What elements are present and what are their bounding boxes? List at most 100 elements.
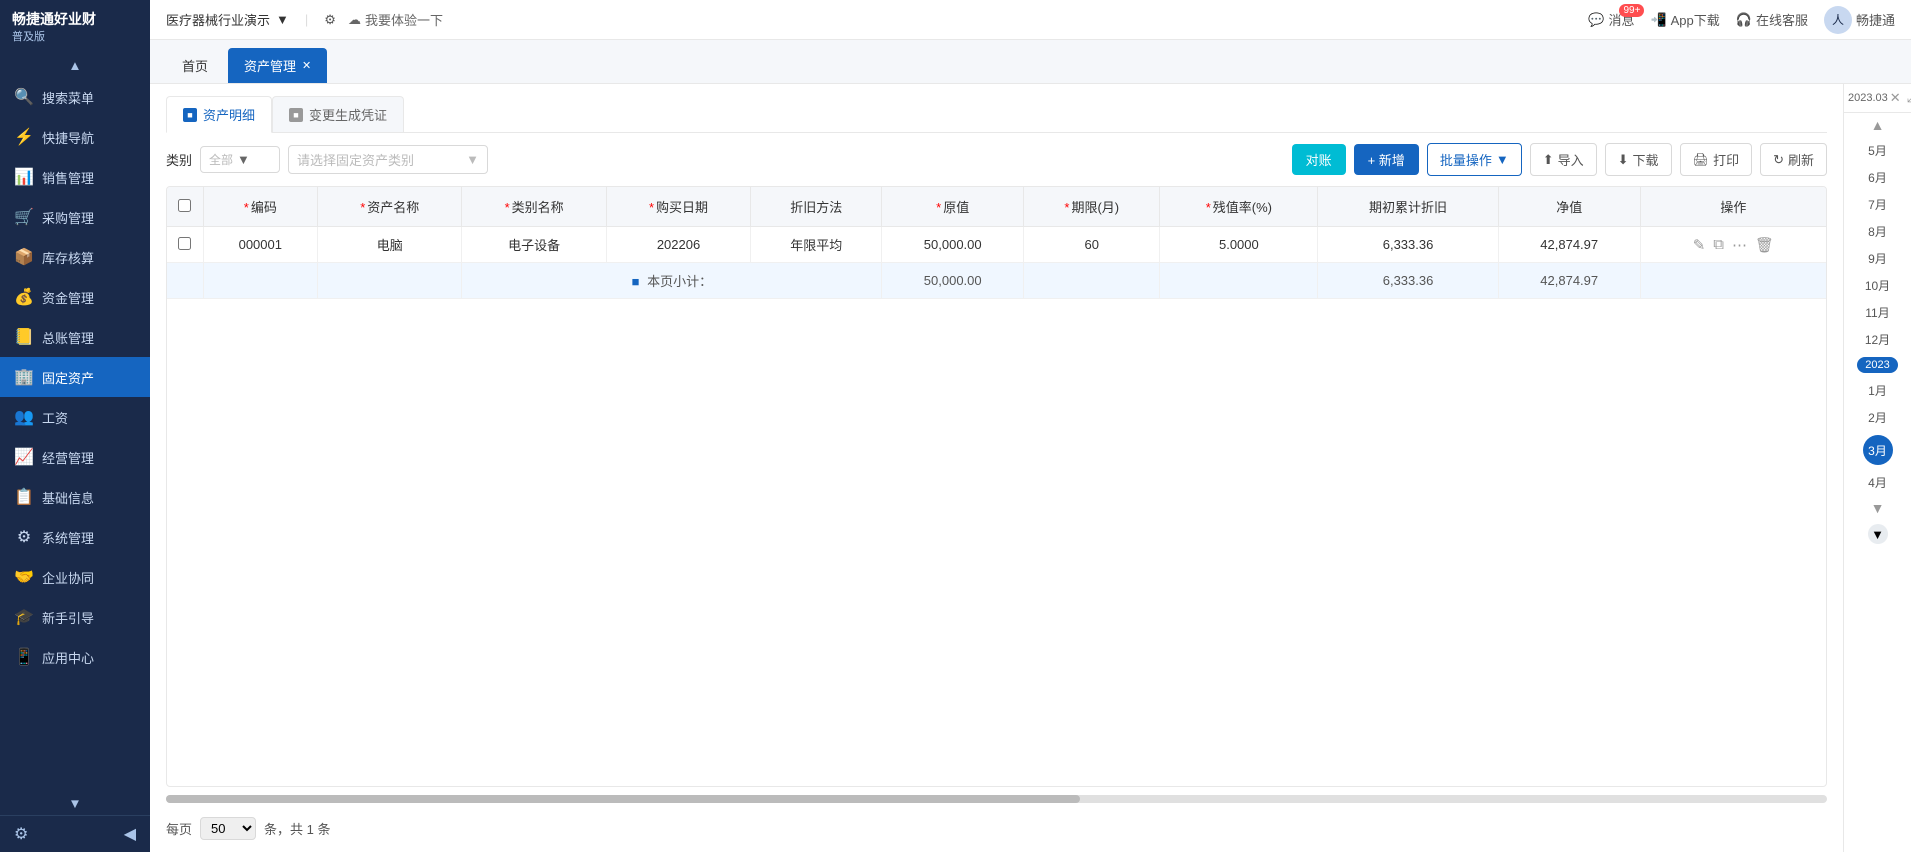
sidebar: 畅捷通好业财 普及版 ▲ 🔍 搜索菜单 ⚡ 快捷导航 📊 销售管理 🛒 采购管理… — [0, 0, 150, 852]
td-period: 60 — [1024, 227, 1160, 263]
timeline-month-3-current[interactable]: 3月 — [1863, 435, 1893, 465]
sidebar-item-ledger[interactable]: 📒 总账管理 — [0, 317, 150, 357]
horizontal-scrollbar[interactable] — [166, 795, 1827, 803]
sidebar-item-guide[interactable]: 🎓 新手引导 — [0, 597, 150, 637]
th-actions: 操作 — [1640, 187, 1826, 227]
sidebar-item-system[interactable]: ⚙ 系统管理 — [0, 517, 150, 557]
messages-button[interactable]: 💬 消息 99+ — [1588, 10, 1634, 29]
online-service-button[interactable]: 🎧 在线客服 — [1736, 10, 1808, 29]
td-category: 电子设备 — [462, 227, 606, 263]
timeline-scroll-up-button[interactable]: ▲ — [1844, 113, 1911, 137]
sub-tab-change-voucher-label: 变更生成凭证 — [309, 105, 387, 124]
tab-asset-management[interactable]: 资产管理 ✕ — [228, 48, 327, 83]
timeline-year-label[interactable]: 2023.03 — [1848, 92, 1888, 104]
copy-icon[interactable]: ⧉ — [1713, 236, 1724, 253]
print-button[interactable]: 🖨 打印 — [1680, 143, 1753, 176]
category-filter-select[interactable]: 全部 ▼ — [200, 146, 280, 173]
sidebar-item-purchase[interactable]: 🛒 采购管理 — [0, 197, 150, 237]
subtotal-row: ■ 本页小计： 50,000.00 6,333.36 42,874.97 — [167, 263, 1826, 299]
sidebar-collapse-button[interactable]: ◀ — [124, 824, 136, 844]
timeline-year-marker[interactable]: 2023 — [1857, 357, 1897, 373]
download-button[interactable]: ⬇ 下载 — [1605, 143, 1672, 176]
td-depreciation-method: 年限平均 — [751, 227, 882, 263]
sidebar-item-fixed-assets[interactable]: 🏢 固定资产 — [0, 357, 150, 397]
import-button[interactable]: ⬆ 导入 — [1530, 143, 1597, 176]
tab-home[interactable]: 首页 — [166, 48, 224, 83]
td-subtotal-empty — [167, 263, 203, 299]
account-button[interactable]: 对账 — [1292, 144, 1346, 175]
td-subtotal-actions-empty — [1640, 263, 1826, 299]
th-category: *类别名称 — [462, 187, 606, 227]
sidebar-item-label: 应用中心 — [42, 648, 94, 667]
new-button[interactable]: + 新增 — [1354, 144, 1419, 175]
sidebar-item-payroll[interactable]: 👥 工资 — [0, 397, 150, 437]
sidebar-item-app-center[interactable]: 📱 应用中心 — [0, 637, 150, 677]
print-icon: 🖨 — [1693, 152, 1710, 168]
td-checkbox — [167, 227, 203, 263]
timeline-month-7[interactable]: 7月 — [1844, 191, 1911, 218]
sidebar-item-basic-info[interactable]: 📋 基础信息 — [0, 477, 150, 517]
refresh-button[interactable]: ↻ 刷新 — [1760, 143, 1827, 176]
timeline-month-4[interactable]: 4月 — [1844, 469, 1911, 496]
filter-input-placeholder: 请选择固定资产类别 — [297, 150, 414, 169]
category-filter-input[interactable]: 请选择固定资产类别 ▼ — [288, 145, 488, 174]
timeline-month-2[interactable]: 2月 — [1844, 404, 1911, 431]
page-size-select[interactable]: 50 10 20 100 — [200, 817, 256, 840]
tab-close-icon[interactable]: ✕ — [302, 59, 311, 72]
sidebar-item-enterprise[interactable]: 🤝 企业协同 — [0, 557, 150, 597]
experience-text: 我要体验一下 — [365, 10, 443, 29]
table-row: 000001 电脑 电子设备 202206 年限平均 50,000.00 60 … — [167, 227, 1826, 263]
timeline-month-1[interactable]: 1月 — [1844, 377, 1911, 404]
user-menu[interactable]: 人 畅捷通 — [1824, 6, 1895, 34]
timeline-month-5[interactable]: 5月 — [1844, 137, 1911, 164]
inventory-icon: 📦 — [14, 247, 34, 267]
import-icon: ⬆ — [1543, 152, 1554, 168]
company-selector[interactable]: 医疗器械行业演示 ▼ — [166, 10, 289, 29]
timeline-month-10[interactable]: 10月 — [1844, 272, 1911, 299]
asset-table-wrap: *编码 *资产名称 *类别名称 *购买日期 折旧方法 *原值 *期限(月) *残… — [166, 186, 1827, 787]
more-icon[interactable]: ⋯ — [1732, 236, 1747, 254]
timeline-close-button[interactable]: ✕ — [1888, 88, 1903, 108]
batch-button[interactable]: 批量操作 ▼ — [1427, 143, 1522, 176]
sidebar-item-funds[interactable]: 💰 资金管理 — [0, 277, 150, 317]
timeline-month-6[interactable]: 6月 — [1844, 164, 1911, 191]
sidebar-item-label: 采购管理 — [42, 208, 94, 227]
sidebar-item-quick-nav[interactable]: ⚡ 快捷导航 — [0, 117, 150, 157]
topbar-divider: | — [305, 12, 308, 27]
td-subtotal-empty2 — [203, 263, 318, 299]
sidebar-scroll-down[interactable]: ▼ — [0, 792, 150, 815]
sidebar-item-label: 库存核算 — [42, 248, 94, 267]
timeline-month-9[interactable]: 9月 — [1844, 245, 1911, 272]
sub-tab-asset-detail[interactable]: ■ 资产明细 — [166, 96, 272, 133]
timeline-bottom-btn[interactable]: ▼ — [1868, 524, 1888, 544]
timeline-month-11[interactable]: 11月 — [1844, 299, 1911, 326]
timeline-expand-button[interactable]: ⤢ — [1905, 88, 1911, 108]
td-subtotal-empty4 — [1024, 263, 1160, 299]
operations-icon: 📈 — [14, 447, 34, 467]
sidebar-item-sales[interactable]: 📊 销售管理 — [0, 157, 150, 197]
delete-icon[interactable]: 🗑 — [1755, 236, 1774, 254]
sidebar-scroll-up[interactable]: ▲ — [0, 54, 150, 77]
content-main: ■ 资产明细 ■ 变更生成凭证 类别 全部 ▼ 请选择固定资产类别 ▼ — [150, 84, 1843, 852]
scrollbar-thumb[interactable] — [166, 795, 1080, 803]
experience-link[interactable]: ☁ 我要体验一下 — [348, 10, 443, 29]
sidebar-settings-button[interactable]: ⚙ — [14, 824, 28, 844]
sidebar-item-search[interactable]: 🔍 搜索菜单 — [0, 77, 150, 117]
main-area: 医疗器械行业演示 ▼ | ⚙ ☁ 我要体验一下 💬 消息 99+ 📲 App下载… — [150, 0, 1911, 852]
app-download-button[interactable]: 📲 App下载 — [1650, 10, 1719, 29]
edit-icon[interactable]: ✎ — [1693, 236, 1706, 254]
sub-tab-change-voucher[interactable]: ■ 变更生成凭证 — [272, 96, 404, 132]
th-period: *期限(月) — [1024, 187, 1160, 227]
sidebar-item-operations[interactable]: 📈 经营管理 — [0, 437, 150, 477]
settings-button[interactable]: ⚙ — [324, 12, 336, 28]
timeline-scroll-down-button[interactable]: ▼ — [1844, 496, 1911, 520]
company-name: 医疗器械行业演示 — [166, 10, 270, 29]
timeline-month-8[interactable]: 8月 — [1844, 218, 1911, 245]
sidebar-item-label: 系统管理 — [42, 528, 94, 547]
select-all-checkbox[interactable] — [178, 199, 191, 212]
row-checkbox[interactable] — [178, 237, 191, 250]
sidebar-item-inventory[interactable]: 📦 库存核算 — [0, 237, 150, 277]
asset-detail-tab-icon: ■ — [183, 108, 197, 122]
timeline-month-12[interactable]: 12月 — [1844, 326, 1911, 353]
avatar: 人 — [1824, 6, 1852, 34]
